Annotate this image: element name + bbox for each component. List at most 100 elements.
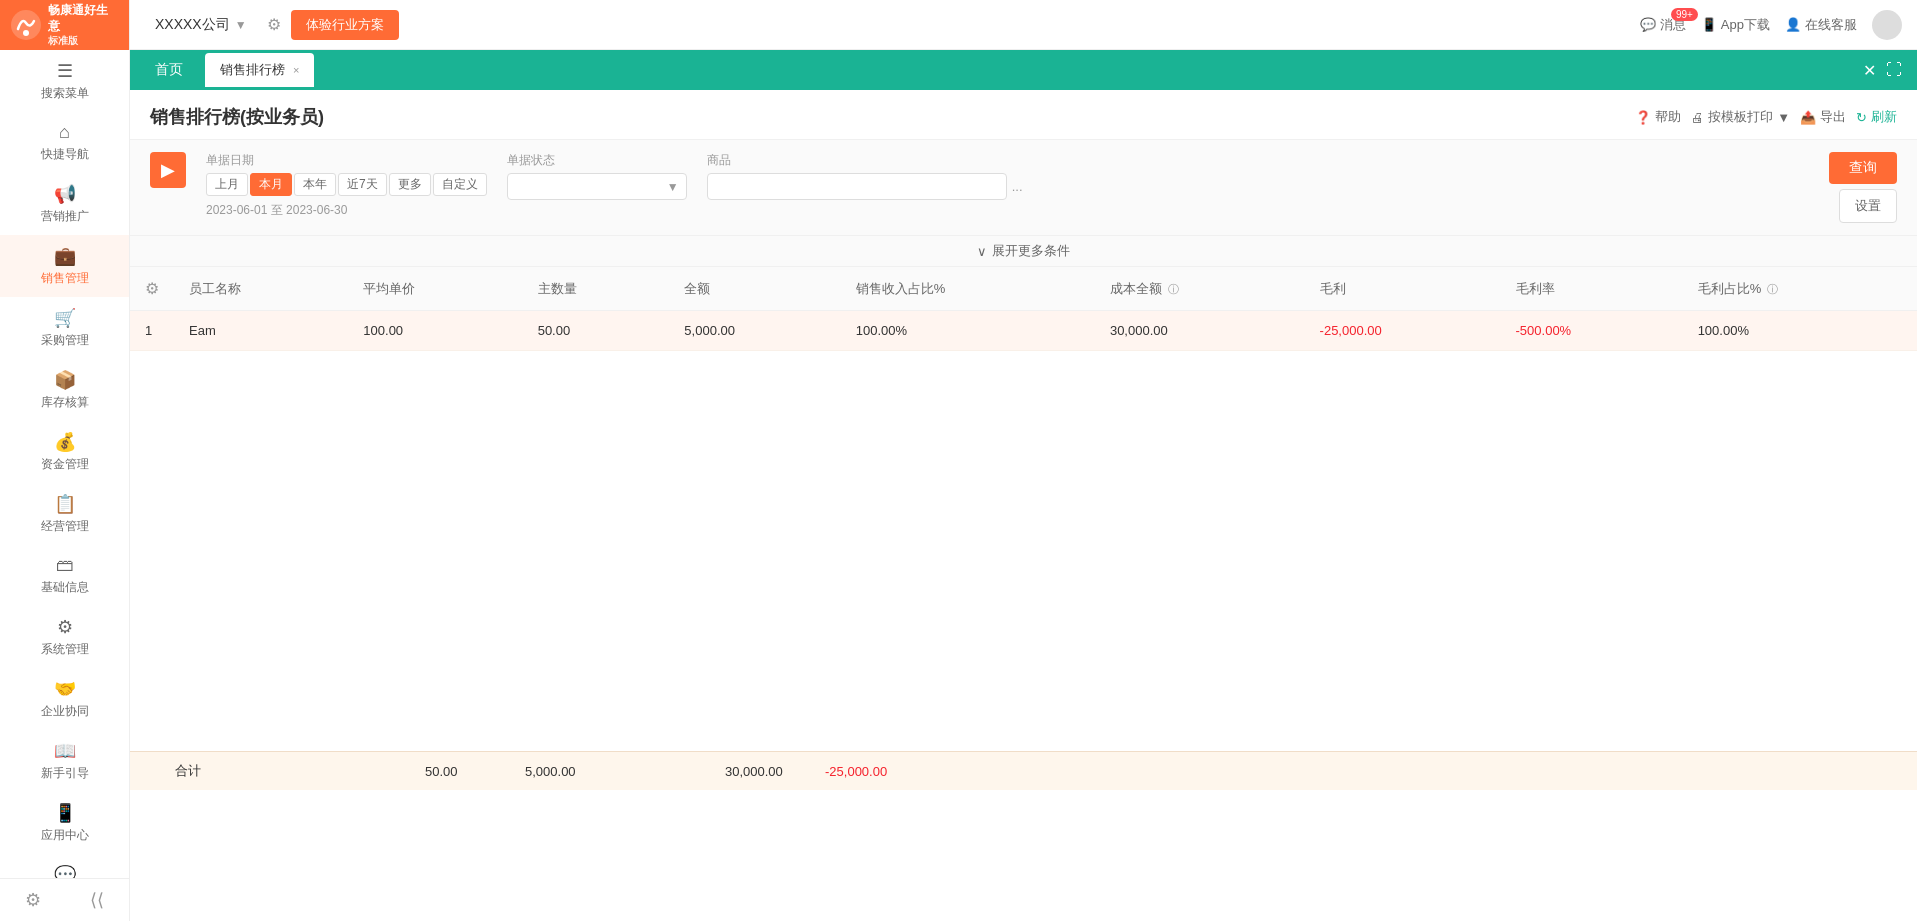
sidebar-item-guide[interactable]: 📖 新手引导 <box>0 730 129 792</box>
more-date-button[interactable]: 更多 <box>389 173 431 196</box>
sidebar-item-apps[interactable]: 📱 应用中心 <box>0 792 129 854</box>
help-link[interactable]: ❓ 帮助 <box>1635 108 1681 126</box>
query-button[interactable]: 查询 <box>1829 152 1897 184</box>
th-cost: 成本全额 ⓘ <box>1095 267 1305 311</box>
sales-ranking-table: ⚙ 员工名称 平均单价 主数量 <box>130 267 1917 351</box>
print-button[interactable]: 🖨 按模板打印 ▼ <box>1691 108 1790 126</box>
message-button[interactable]: 💬 消息 99+ <box>1640 16 1686 34</box>
collapse-sidebar-icon[interactable]: ⟨⟨ <box>90 889 104 911</box>
tab-maximize-icon[interactable]: ⛶ <box>1886 61 1902 80</box>
try-plan-button[interactable]: 体验行业方案 <box>291 10 399 40</box>
app-logo: 畅康通好生意 标准版 <box>0 0 129 50</box>
sidebar-item-marketing[interactable]: 📢 营销推广 <box>0 173 129 235</box>
sidebar-item-wechat[interactable]: 💬 企业微信 <box>0 854 129 878</box>
tab-close-icon[interactable]: × <box>293 64 299 76</box>
top-right-actions: 💬 消息 99+ 📱 App下载 👤 在线客服 <box>1640 10 1902 40</box>
tab-home[interactable]: 首页 <box>135 50 203 90</box>
finance-icon: 💰 <box>54 431 76 453</box>
custom-date-button[interactable]: 自定义 <box>433 173 487 196</box>
online-service-button[interactable]: 👤 在线客服 <box>1785 16 1857 34</box>
message-badge: 99+ <box>1671 8 1698 21</box>
status-select[interactable] <box>507 173 687 200</box>
enterprise-icon: 🤝 <box>54 678 76 700</box>
sidebar-item-quick-nav[interactable]: ⌂ 快捷导航 <box>0 112 129 173</box>
company-caret-icon: ▼ <box>235 18 247 32</box>
sidebar-item-label: 快捷导航 <box>41 146 89 163</box>
7days-button[interactable]: 近7天 <box>338 173 387 196</box>
cell-total: 5,000.00 <box>669 311 840 351</box>
gross-pct-info-icon[interactable]: ⓘ <box>1767 283 1778 295</box>
page-header: 销售排行榜(按业务员) ❓ 帮助 🖨 按模板打印 ▼ 📤 导出 <box>130 90 1917 140</box>
app-download-label: App下载 <box>1721 16 1770 34</box>
sidebar-item-label: 销售管理 <box>41 270 89 287</box>
sidebar-item-operation[interactable]: 📋 经营管理 <box>0 483 129 545</box>
sidebar-item-finance[interactable]: 💰 资金管理 <box>0 421 129 483</box>
expand-arrow-icon: ▶ <box>161 159 175 181</box>
cost-info-icon[interactable]: ⓘ <box>1168 283 1179 295</box>
sidebar-item-label: 基础信息 <box>41 579 89 596</box>
this-month-button[interactable]: 本月 <box>250 173 292 196</box>
online-service-label: 在线客服 <box>1805 16 1857 34</box>
th-avg-price: 平均单价 <box>348 267 522 311</box>
th-gross-rate: 毛利率 <box>1501 267 1683 311</box>
filter-settings-button[interactable]: 设置 <box>1839 189 1897 223</box>
home-icon: ⌂ <box>59 122 70 143</box>
operation-icon: 📋 <box>54 493 76 515</box>
message-icon: 💬 <box>1640 17 1656 32</box>
sidebar-item-system[interactable]: ⚙ 系统管理 <box>0 606 129 668</box>
sidebar-item-inventory[interactable]: 📦 库存核算 <box>0 359 129 421</box>
top-bar: XXXXX公司 ▼ ⚙ 体验行业方案 💬 消息 99+ 📱 App下载 👤 在线… <box>130 0 1917 50</box>
expand-more-button[interactable]: ∨ 展开更多条件 <box>977 242 1070 260</box>
search-menu-icon: ☰ <box>57 60 73 82</box>
sidebar-item-enterprise[interactable]: 🤝 企业协同 <box>0 668 129 730</box>
export-icon: 📤 <box>1800 110 1816 125</box>
settings-footer-icon[interactable]: ⚙ <box>25 889 41 911</box>
tab-sales-ranking[interactable]: 销售排行榜 × <box>205 53 314 87</box>
sidebar-item-label: 系统管理 <box>41 641 89 658</box>
sidebar-item-label: 企业协同 <box>41 703 89 720</box>
goods-filter-label: 商品 <box>707 152 731 169</box>
filter-expand-button[interactable]: ▶ <box>150 152 186 188</box>
download-icon: 📱 <box>1701 17 1717 32</box>
expand-more-bar[interactable]: ∨ 展开更多条件 <box>130 236 1917 267</box>
company-selector[interactable]: XXXXX公司 ▼ <box>145 11 257 39</box>
page-actions: ❓ 帮助 🖨 按模板打印 ▼ 📤 导出 ↻ 刷新 <box>1635 108 1897 126</box>
user-avatar[interactable] <box>1872 10 1902 40</box>
sidebar-item-purchase[interactable]: 🛒 采购管理 <box>0 297 129 359</box>
help-label: 帮助 <box>1655 108 1681 126</box>
sidebar: 畅康通好生意 标准版 ☰ 搜索菜单 ⌂ 快捷导航 📢 营销推广 💼 销售管理 🛒… <box>0 0 130 921</box>
sidebar-item-label: 营销推广 <box>41 208 89 225</box>
sales-icon: 💼 <box>54 245 76 267</box>
cell-sales-pct: 100.00% <box>841 311 1095 351</box>
marketing-icon: 📢 <box>54 183 76 205</box>
purchase-icon: 🛒 <box>54 307 76 329</box>
status-filter-group: 单据状态 ▼ <box>507 152 687 200</box>
company-name: XXXXX公司 <box>155 16 230 34</box>
app-download-button[interactable]: 📱 App下载 <box>1701 16 1770 34</box>
company-settings-icon[interactable]: ⚙ <box>267 15 281 34</box>
sidebar-item-search[interactable]: ☰ 搜索菜单 <box>0 50 129 112</box>
export-button[interactable]: 📤 导出 <box>1800 108 1846 126</box>
sidebar-item-label: 库存核算 <box>41 394 89 411</box>
sidebar-item-sales[interactable]: 💼 销售管理 <box>0 235 129 297</box>
this-year-button[interactable]: 本年 <box>294 173 336 196</box>
sidebar-item-label: 应用中心 <box>41 827 89 844</box>
goods-more-icon[interactable]: ... <box>1012 179 1023 194</box>
tab-close-window-icon[interactable]: ✕ <box>1863 61 1876 80</box>
th-employee-name: 员工名称 <box>174 267 348 311</box>
last-month-button[interactable]: 上月 <box>206 173 248 196</box>
sidebar-item-basic-info[interactable]: 🗃 基础信息 <box>0 545 129 606</box>
cell-rank: 1 <box>130 311 174 351</box>
goods-filter-input[interactable] <box>707 173 1007 200</box>
cell-gross: -25,000.00 <box>1305 311 1501 351</box>
table-header-row: ⚙ 员工名称 平均单价 主数量 <box>130 267 1917 311</box>
tab-actions: ✕ ⛶ <box>1853 61 1912 80</box>
logo-icon <box>10 9 42 41</box>
cell-employee-name: Eam <box>174 311 348 351</box>
sidebar-item-label: 搜索菜单 <box>41 85 89 102</box>
column-settings-icon[interactable]: ⚙ <box>145 280 159 297</box>
refresh-button[interactable]: ↻ 刷新 <box>1856 108 1897 126</box>
sidebar-nav: ☰ 搜索菜单 ⌂ 快捷导航 📢 营销推广 💼 销售管理 🛒 采购管理 📦 库存核… <box>0 50 129 878</box>
table-row: 1 Eam 100.00 50.00 5,000.00 100.00% 30,0… <box>130 311 1917 351</box>
help-icon: ❓ <box>1635 110 1651 125</box>
